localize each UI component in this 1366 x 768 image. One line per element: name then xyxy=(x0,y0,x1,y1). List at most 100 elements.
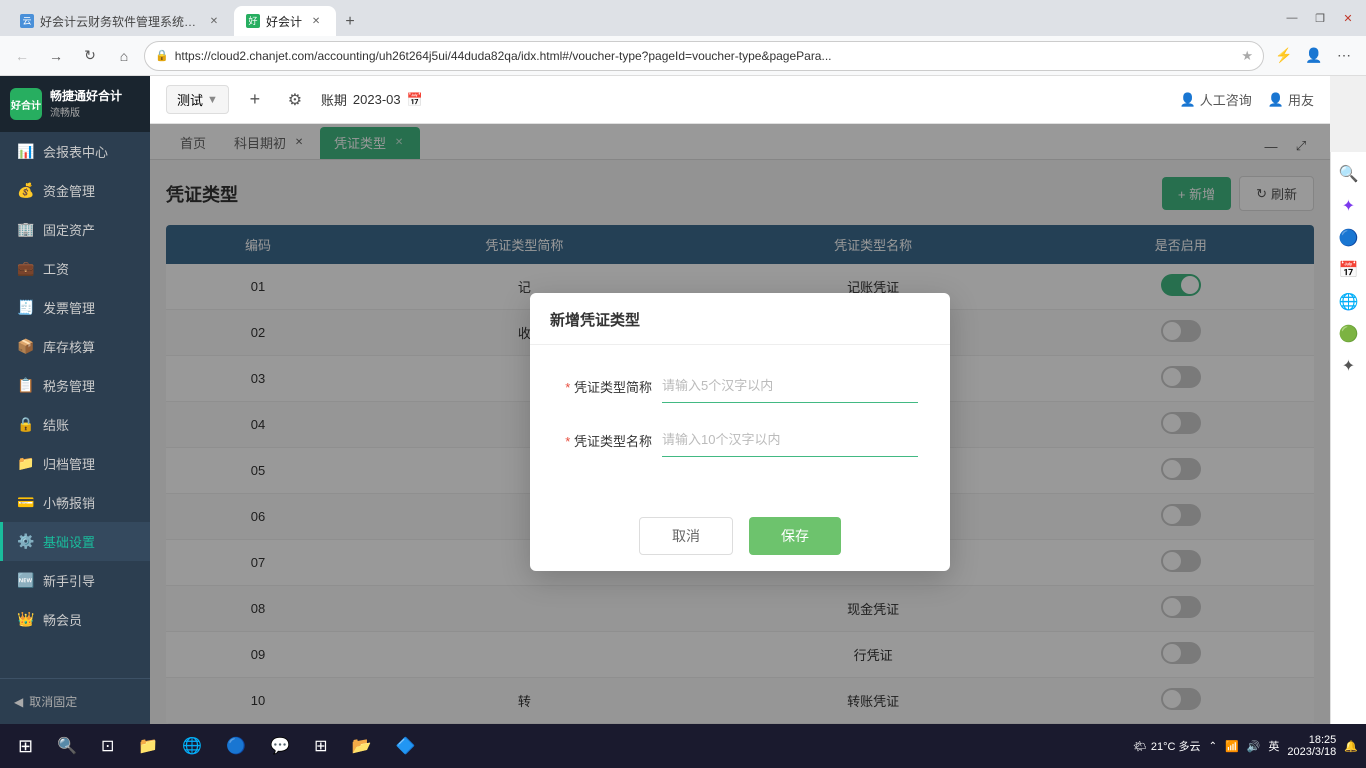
sidebar-item-invoice[interactable]: 🧾 发票管理 xyxy=(0,288,150,327)
sidebar-logo: 好合计 畅捷通好合计 流畅版 xyxy=(0,76,150,132)
abbr-label: * 凭证类型简称 xyxy=(562,377,662,396)
sidebar-item-member[interactable]: 👑 畅会员 xyxy=(0,600,150,639)
taskbar-wechat[interactable]: 💬 xyxy=(260,728,300,764)
abbr-required-mark: * xyxy=(565,380,570,395)
taskbar-clock[interactable]: 18:25 2023/3/18 xyxy=(1287,734,1336,758)
taskbar-search[interactable]: 🔍 xyxy=(47,728,87,764)
taskbar: ⊞ 🔍 ⊡ 📁 🌐 🔵 💬 ⊞ 📂 🔷 🌤 xyxy=(0,724,1366,768)
taskbar-apps[interactable]: ⊞ xyxy=(304,728,337,764)
taskbar-folder[interactable]: 📂 xyxy=(342,728,382,764)
closing-icon: 🔒 xyxy=(17,416,35,434)
consult-icon: 👤 xyxy=(1180,92,1196,108)
minimize-button[interactable]: — xyxy=(1282,8,1302,28)
sidebar-item-funds[interactable]: 💰 资金管理 xyxy=(0,171,150,210)
sidebar-office-icon[interactable]: 🌐 xyxy=(1335,288,1363,316)
sidebar-item-expense[interactable]: 💳 小畅报销 xyxy=(0,483,150,522)
back-button[interactable]: ← xyxy=(8,42,36,70)
edge2-icon: 🔷 xyxy=(395,736,415,756)
notification-icon[interactable]: 🔔 xyxy=(1344,740,1358,753)
sidebar-item-tax[interactable]: 📋 税务管理 xyxy=(0,366,150,405)
name-input[interactable] xyxy=(662,423,918,457)
sidebar-browser-icon[interactable]: 🔵 xyxy=(1335,224,1363,252)
weather-text: 21°C 多云 xyxy=(1151,738,1201,754)
save-button[interactable]: 保存 xyxy=(749,517,841,555)
address-bar[interactable]: 🔒 https://cloud2.chanjet.com/accounting/… xyxy=(144,41,1264,71)
tab-close-2[interactable]: ✕ xyxy=(308,13,324,29)
unpin-icon: ◀ xyxy=(14,695,23,709)
left-sidebar: 好合计 畅捷通好合计 流畅版 📊 会报表中心 💰 资金管理 xyxy=(0,76,150,724)
logo-text: 畅捷通好合计 xyxy=(50,89,122,105)
close-button[interactable]: ✕ xyxy=(1338,8,1358,28)
browser-toolbar-icons: ⚡ 👤 ⋯ xyxy=(1270,42,1358,70)
sidebar-label-settings: 基础设置 xyxy=(43,532,95,551)
sidebar-label-guide: 新手引导 xyxy=(43,571,95,590)
sidebar-teams-icon[interactable]: 🟢 xyxy=(1335,320,1363,348)
start-button[interactable]: ⊞ xyxy=(8,728,43,764)
settings-icon: ⚙️ xyxy=(17,533,35,551)
company-settings-button[interactable]: ⚙ xyxy=(281,86,309,114)
sidebar-item-dashboard[interactable]: 📊 会报表中心 xyxy=(0,132,150,171)
header-right: 👤 人工咨询 👤 用友 xyxy=(1180,90,1314,109)
taskbar-right: 🌤 21°C 多云 ⌃ 📶 🔊 英 18:25 2023/3/18 🔔 xyxy=(1133,734,1358,758)
logo-icon: 好合计 xyxy=(10,88,42,120)
page-wrapper: 首页 科目期初 ✕ 凭证类型 ✕ — ⤢ xyxy=(150,124,1330,724)
browser-tab-1[interactable]: 云 好会计云财务软件管理系统_会计 ✕ xyxy=(8,6,234,36)
sidebar-item-inventory[interactable]: 📦 库存核算 xyxy=(0,327,150,366)
taskbar-chevron-up-icon[interactable]: ⌃ xyxy=(1209,741,1217,752)
user-button[interactable]: 👤 用友 xyxy=(1268,90,1314,109)
period-value: 2023-03 xyxy=(353,92,401,107)
sidebar-label-funds: 资金管理 xyxy=(43,181,95,200)
sidebar-label-dashboard: 会报表中心 xyxy=(43,142,108,161)
sidebar-label-archive: 归档管理 xyxy=(43,454,95,473)
sidebar-item-salary[interactable]: 💼 工资 xyxy=(0,249,150,288)
consult-button[interactable]: 👤 人工咨询 xyxy=(1180,90,1252,109)
taskbar-file-explorer[interactable]: 📁 xyxy=(128,728,168,764)
sidebar-search-icon[interactable]: 🔍 xyxy=(1335,160,1363,188)
maximize-button[interactable]: ❐ xyxy=(1310,8,1330,28)
tab-title-2: 好会计 xyxy=(266,13,302,30)
expense-icon: 💳 xyxy=(17,494,35,512)
sidebar-copilot-icon[interactable]: ✦ xyxy=(1335,192,1363,220)
new-tab-button[interactable]: + xyxy=(336,8,364,36)
weather-widget[interactable]: 🌤 21°C 多云 xyxy=(1133,738,1201,754)
extensions-button[interactable]: ⚡ xyxy=(1270,42,1298,70)
company-selector[interactable]: 测试 ▼ xyxy=(166,85,229,114)
refresh-button[interactable]: ↻ xyxy=(76,42,104,70)
add-company-button[interactable]: + xyxy=(241,86,269,114)
profile-button[interactable]: 👤 xyxy=(1300,42,1328,70)
sidebar-footer: ◀ 取消固定 xyxy=(0,678,150,724)
archive-icon: 📁 xyxy=(17,455,35,473)
sidebar-item-assets[interactable]: 🏢 固定资产 xyxy=(0,210,150,249)
sidebar-item-guide[interactable]: 🆕 新手引导 xyxy=(0,561,150,600)
sidebar-item-closing[interactable]: 🔒 结账 xyxy=(0,405,150,444)
unpin-button[interactable]: ◀ 取消固定 xyxy=(14,687,136,716)
sidebar-label-invoice: 发票管理 xyxy=(43,298,95,317)
app-header: 测试 ▼ + ⚙ 账期 2023-03 📅 👤 人工咨询 xyxy=(150,76,1330,124)
forward-button[interactable]: → xyxy=(42,42,70,70)
assets-icon: 🏢 xyxy=(17,221,35,239)
user-label: 用友 xyxy=(1288,90,1314,109)
taskbar-chrome[interactable]: 🌐 xyxy=(172,728,212,764)
file-explorer-icon: 📁 xyxy=(138,736,158,756)
name-required-mark: * xyxy=(565,434,570,449)
form-row-abbr: * 凭证类型简称 xyxy=(562,369,918,403)
browser-menu-button[interactable]: ⋯ xyxy=(1330,42,1358,70)
sidebar-bing-icon[interactable]: ✦ xyxy=(1335,352,1363,380)
wifi-icon: 📶 xyxy=(1225,740,1239,753)
weather-icon: 🌤 xyxy=(1133,740,1147,753)
bookmark-icon[interactable]: ★ xyxy=(1241,48,1253,64)
sidebar-item-archive[interactable]: 📁 归档管理 xyxy=(0,444,150,483)
cancel-button[interactable]: 取消 xyxy=(639,517,733,555)
language-indicator[interactable]: 英 xyxy=(1268,738,1279,754)
form-row-name: * 凭证类型名称 xyxy=(562,423,918,457)
member-icon: 👑 xyxy=(17,611,35,629)
taskbar-edge2[interactable]: 🔷 xyxy=(385,728,425,764)
browser-tab-2[interactable]: 好 好会计 ✕ xyxy=(234,6,336,36)
abbr-input[interactable] xyxy=(662,369,918,403)
taskbar-edge[interactable]: 🔵 xyxy=(216,728,256,764)
home-button[interactable]: ⌂ xyxy=(110,42,138,70)
tab-close-1[interactable]: ✕ xyxy=(206,13,222,29)
sidebar-item-settings[interactable]: ⚙️ 基础设置 xyxy=(0,522,150,561)
taskbar-taskview[interactable]: ⊡ xyxy=(91,728,124,764)
sidebar-outlook-icon[interactable]: 📅 xyxy=(1335,256,1363,284)
